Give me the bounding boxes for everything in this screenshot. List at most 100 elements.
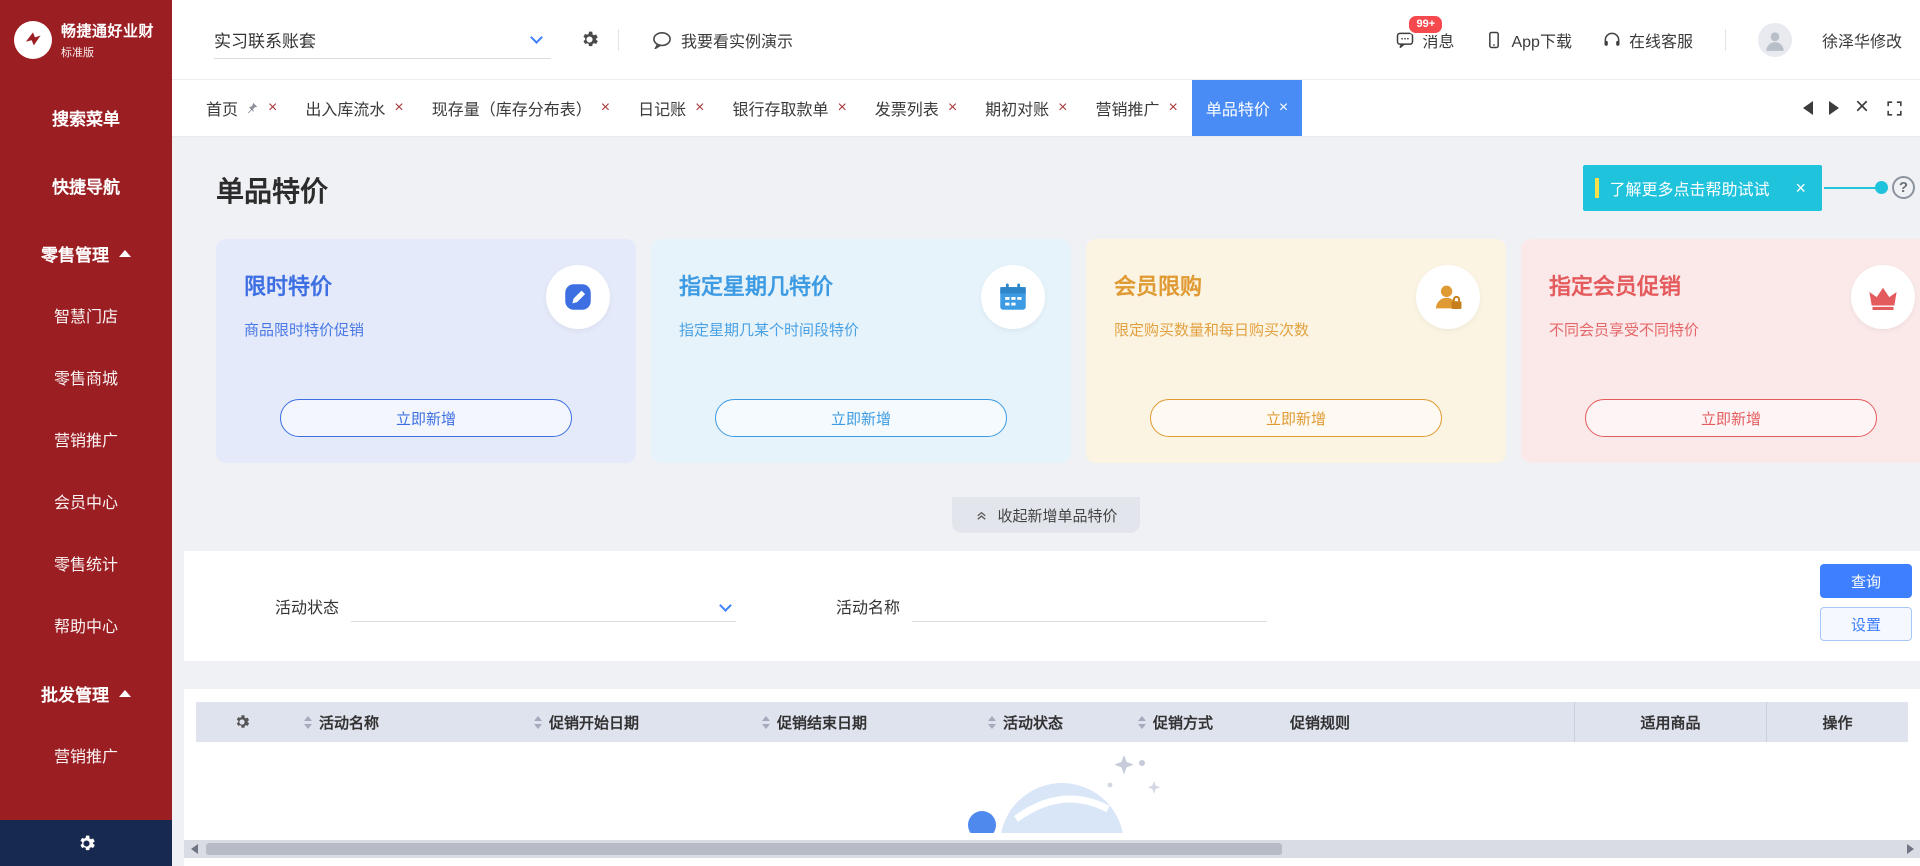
tab-close-icon[interactable]: ×	[268, 100, 277, 116]
account-settings-gear-icon[interactable]	[579, 29, 600, 50]
tab-label: 出入库流水	[305, 102, 386, 119]
sidebar-item-label: 批发管理	[41, 685, 109, 705]
user-name[interactable]: 徐泽华修改	[1822, 28, 1902, 52]
add-now-button[interactable]: 立即新增	[280, 399, 572, 437]
card-desc: 限定购买数量和每日购买次数	[1114, 322, 1310, 339]
app-download-button[interactable]: App下载	[1484, 28, 1572, 52]
sidebar-item-label: 快捷导航	[52, 177, 120, 197]
sidebar-item-label: 零售管理	[41, 245, 109, 265]
messages-badge: 99+	[1407, 13, 1445, 35]
sidebar-group-retail[interactable]: 零售管理	[0, 222, 172, 284]
add-now-button[interactable]: 立即新增	[1150, 399, 1442, 437]
tab-marketing[interactable]: 营销推广 ×	[1082, 80, 1192, 136]
table-column-settings-button[interactable]	[196, 702, 288, 742]
tab-close-icon[interactable]: ×	[601, 100, 610, 116]
scroll-left-arrow[interactable]	[184, 840, 204, 858]
sidebar-item-smart-store[interactable]: 智慧门店	[0, 284, 172, 346]
topbar-right: 99+ 消息 App下载 在线客服 徐泽华修改	[1395, 13, 1902, 57]
sort-icon[interactable]	[1138, 715, 1146, 729]
avatar[interactable]	[1757, 22, 1792, 57]
activity-name-input[interactable]	[912, 590, 1268, 622]
crown-icon	[1851, 265, 1915, 329]
horizontal-scrollbar[interactable]	[184, 840, 1920, 858]
add-now-button[interactable]: 立即新增	[1585, 399, 1877, 437]
tab-close-icon[interactable]: ×	[695, 100, 704, 116]
double-chevron-up-icon	[977, 511, 987, 520]
sidebar-item-label: 营销推广	[53, 433, 118, 450]
promo-card-time-limited: 限时特价 商品限时特价促销 立即新增	[216, 239, 636, 463]
scrollbar-thumb[interactable]	[206, 843, 1283, 855]
sort-icon[interactable]	[304, 715, 312, 729]
tab-invoice-list[interactable]: 发票列表 ×	[861, 80, 971, 136]
tab-label: 首页	[206, 102, 239, 119]
activity-status-select[interactable]	[351, 590, 737, 622]
query-button[interactable]: 查询	[1820, 564, 1912, 598]
top-bar: 实习联系账套 我要看实例演示 99+ 消息 App下载 在线客服 徐泽华修改	[172, 0, 1920, 80]
sidebar-group-wholesale[interactable]: 批发管理	[0, 662, 172, 724]
sidebar-item-member-center[interactable]: 会员中心	[0, 470, 172, 532]
sidebar-item-label: 会员中心	[53, 495, 118, 512]
close-all-tabs-button[interactable]: ×	[1855, 95, 1869, 119]
sidebar-item-retail-mall[interactable]: 零售商城	[0, 346, 172, 408]
scroll-right-arrow[interactable]	[1900, 840, 1920, 858]
column-actions[interactable]: 操作	[1766, 702, 1908, 742]
add-now-button[interactable]: 立即新增	[715, 399, 1007, 437]
tab-bank-deposit[interactable]: 银行存取款单 ×	[718, 80, 860, 136]
main-area: 实习联系账套 我要看实例演示 99+ 消息 App下载 在线客服 徐泽华修改 首…	[172, 0, 1920, 866]
sort-icon[interactable]	[762, 715, 770, 729]
support-button[interactable]: 在线客服	[1602, 28, 1693, 52]
tab-close-icon[interactable]: ×	[837, 100, 846, 116]
sidebar-item-wholesale-marketing[interactable]: 营销推广	[0, 724, 172, 786]
tab-label: 营销推广	[1095, 102, 1160, 119]
collapse-promo-section-button[interactable]: 收起新增单品特价	[952, 497, 1140, 533]
tab-close-icon[interactable]: ×	[948, 100, 957, 116]
tab-label: 发票列表	[874, 102, 939, 119]
tab-stock-distribution[interactable]: 现存量（库存分布表） ×	[418, 80, 624, 136]
sidebar-menu: 搜索菜单 快捷导航 零售管理 智慧门店 零售商城 营销推广 会员中心 零售统计 …	[0, 80, 172, 820]
tab-inout-flow[interactable]: 出入库流水 ×	[291, 80, 417, 136]
page-content: 单品特价 了解更多点击帮助试试 × ? 限时特价 商品限时特价促销 立即新增 指…	[172, 137, 1920, 866]
column-label: 活动名称	[319, 714, 380, 732]
tab-close-icon[interactable]: ×	[1058, 100, 1067, 116]
table-panel: 活动名称 促销开始日期 促销结束日期 活动状态 促销方式 促销规则 适用商品 操…	[184, 689, 1920, 866]
tab-close-icon[interactable]: ×	[1279, 100, 1288, 116]
help-question-icon[interactable]: ?	[1892, 176, 1915, 199]
demo-link[interactable]: 我要看实例演示	[651, 28, 793, 52]
tab-single-item-special[interactable]: 单品特价 ×	[1191, 80, 1303, 136]
account-set-select[interactable]: 实习联系账套	[214, 21, 551, 59]
sidebar-item-search-menu[interactable]: 搜索菜单	[0, 86, 172, 148]
fullscreen-icon[interactable]	[1885, 99, 1904, 118]
app-window: 畅捷通好业财 标准版 搜索菜单 快捷导航 零售管理 智慧门店 零售商城 营销推广…	[0, 0, 1920, 866]
brand-text: 畅捷通好业财 标准版	[61, 20, 154, 60]
tabs-scroll-right-button[interactable]	[1828, 101, 1839, 115]
sidebar-item-help-center[interactable]: 帮助中心	[0, 594, 172, 656]
card-desc: 商品限时特价促销	[244, 322, 365, 339]
column-promo-rule[interactable]: 促销规则	[1274, 702, 1574, 742]
sidebar-item-marketing[interactable]: 营销推广	[0, 408, 172, 470]
tab-close-icon[interactable]: ×	[1169, 100, 1178, 116]
help-banner-close-icon[interactable]: ×	[1795, 179, 1806, 197]
sidebar-item-label: 零售商城	[53, 371, 118, 388]
column-applicable-goods[interactable]: 适用商品	[1574, 702, 1766, 742]
tab-initial-reconciliation[interactable]: 期初对账 ×	[971, 80, 1081, 136]
collapse-arrow-icon	[119, 249, 131, 257]
sidebar-item-quick-nav[interactable]: 快捷导航	[0, 154, 172, 216]
sort-icon[interactable]	[534, 715, 542, 729]
divider	[618, 28, 619, 51]
column-label: 促销规则	[1290, 714, 1351, 732]
support-label: 在线客服	[1628, 33, 1693, 51]
tab-close-icon[interactable]: ×	[394, 100, 403, 116]
messages-button[interactable]: 99+ 消息	[1395, 13, 1454, 52]
column-activity-name[interactable]: 活动名称	[288, 702, 518, 742]
tabs-scroll-left-button[interactable]	[1802, 101, 1813, 115]
promo-card-member-promo: 指定会员促销 不同会员享受不同特价 立即新增	[1521, 239, 1920, 463]
divider	[1724, 28, 1726, 51]
settings-button[interactable]: 设置	[1820, 607, 1912, 641]
settings-gear-icon[interactable]	[76, 833, 97, 854]
tab-home[interactable]: 首页 ×	[192, 80, 291, 136]
page-title: 单品特价	[216, 176, 329, 207]
column-promo-start-date[interactable]: 促销开始日期	[518, 702, 746, 742]
tab-journal[interactable]: 日记账 ×	[624, 80, 718, 136]
sort-icon[interactable]	[988, 715, 996, 729]
sidebar-item-retail-stats[interactable]: 零售统计	[0, 532, 172, 594]
